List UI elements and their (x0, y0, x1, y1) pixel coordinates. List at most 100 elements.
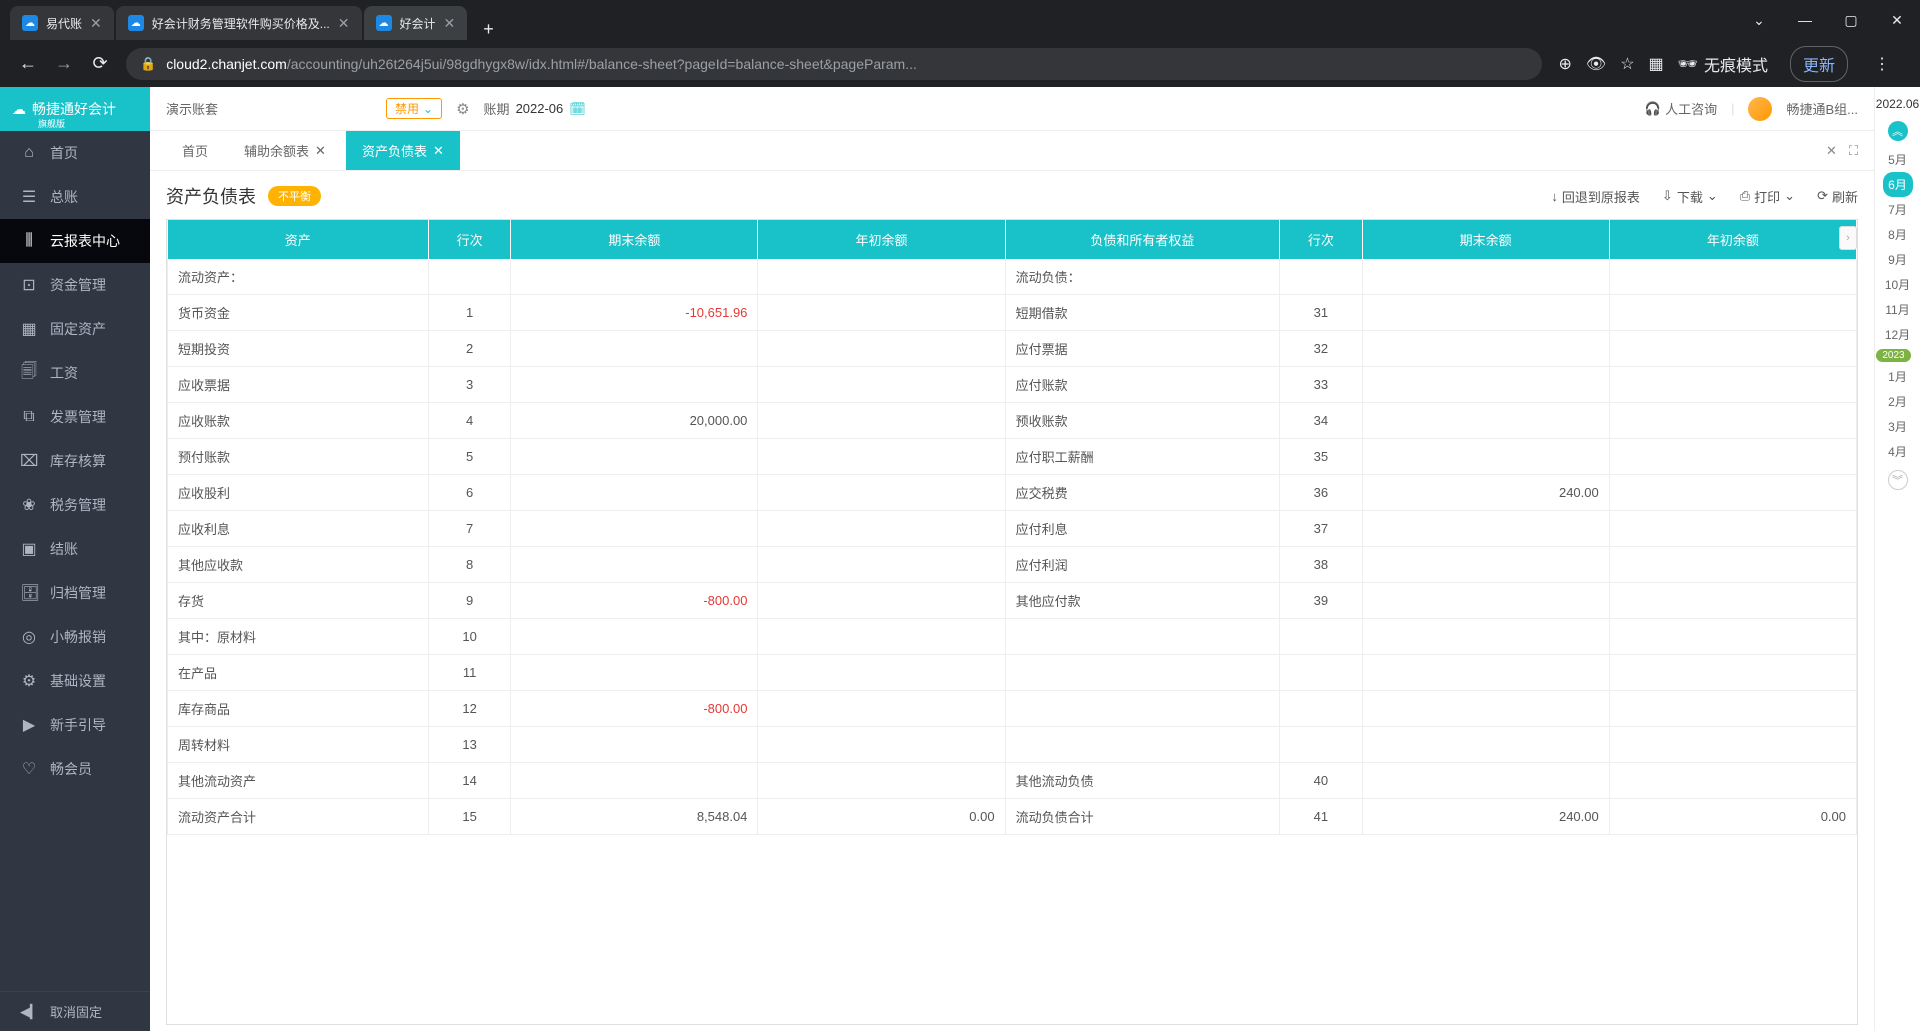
cell[interactable]: 11 (428, 655, 510, 691)
page-tab[interactable]: 首页 (166, 131, 224, 170)
cell[interactable] (758, 691, 1005, 727)
cell[interactable] (511, 655, 758, 691)
cell[interactable] (1280, 655, 1362, 691)
month-down-icon[interactable]: ︾ (1888, 470, 1908, 490)
cell[interactable] (1362, 547, 1609, 583)
account-name[interactable]: 演示账套 (166, 99, 218, 118)
cell[interactable]: 8,548.04 (511, 799, 758, 835)
cell[interactable] (1609, 439, 1856, 475)
cell[interactable]: 0.00 (758, 799, 1005, 835)
cell[interactable]: 5 (428, 439, 510, 475)
cell[interactable] (1280, 691, 1362, 727)
cell[interactable]: 其中：原材料 (168, 619, 429, 655)
cell[interactable]: 3 (428, 367, 510, 403)
month-item[interactable]: 6月 (1883, 172, 1913, 197)
cell[interactable]: 38 (1280, 547, 1362, 583)
cell[interactable]: 41 (1280, 799, 1362, 835)
cell[interactable]: 应付利息 (1005, 511, 1280, 547)
cell[interactable]: 9 (428, 583, 510, 619)
cell[interactable]: 0.00 (1609, 799, 1856, 835)
month-item[interactable]: 8月 (1883, 222, 1913, 247)
cell[interactable] (1362, 619, 1609, 655)
month-item[interactable]: 5月 (1883, 147, 1913, 172)
scroll-right-icon[interactable]: › (1839, 226, 1857, 250)
cell[interactable]: 预收账款 (1005, 403, 1280, 439)
page-tab[interactable]: 辅助余额表✕ (228, 131, 342, 170)
cell[interactable]: 34 (1280, 403, 1362, 439)
eye-off-icon[interactable]: 👁 (1586, 54, 1606, 74)
disable-badge[interactable]: 禁用 ⌄ (386, 98, 442, 119)
table-wrap[interactable]: 资产行次期末余额年初余额负债和所有者权益行次期末余额年初余额 流动资产：流动负债… (166, 219, 1858, 1025)
cell[interactable] (511, 331, 758, 367)
cell[interactable]: 货币资金 (168, 295, 429, 331)
cell[interactable]: 应付职工薪酬 (1005, 439, 1280, 475)
cell[interactable]: 8 (428, 547, 510, 583)
cell[interactable]: 其他应收款 (168, 547, 429, 583)
cell[interactable]: 应付利润 (1005, 547, 1280, 583)
sidebar-item[interactable]: ❀税务管理 (0, 483, 150, 527)
user-name[interactable]: 畅捷通B组... (1786, 99, 1858, 118)
cell[interactable]: 37 (1280, 511, 1362, 547)
cell[interactable] (1609, 619, 1856, 655)
browser-tab[interactable]: ☁好会计✕ (364, 6, 468, 40)
cell[interactable]: 流动资产合计 (168, 799, 429, 835)
cell[interactable]: 流动负债合计 (1005, 799, 1280, 835)
cell[interactable]: 应交税费 (1005, 475, 1280, 511)
logo[interactable]: ☁ 畅捷通好会计 旗舰版 (0, 87, 150, 131)
month-item[interactable]: 4月 (1888, 439, 1907, 464)
cell[interactable]: -10,651.96 (511, 295, 758, 331)
rollback-button[interactable]: ↓ 回退到原报表 (1551, 187, 1640, 206)
cell[interactable] (758, 583, 1005, 619)
cell[interactable]: 预付账款 (168, 439, 429, 475)
sidebar-item[interactable]: 🗄归档管理 (0, 571, 150, 615)
cell[interactable]: 流动资产： (168, 259, 429, 295)
star-icon[interactable]: ☆ (1620, 54, 1634, 74)
cell[interactable] (428, 259, 510, 295)
cell[interactable] (1609, 763, 1856, 799)
sidebar-item[interactable]: ⊡资金管理 (0, 263, 150, 307)
gear-icon[interactable]: ⚙ (456, 100, 469, 118)
sidebar-item[interactable]: ⧉发票管理 (0, 395, 150, 439)
print-button[interactable]: ⎙ 打印 ⌄ (1740, 187, 1795, 206)
cell[interactable] (1362, 439, 1609, 475)
cell[interactable] (511, 727, 758, 763)
sidebar-item[interactable]: ▦固定资产 (0, 307, 150, 351)
cell[interactable] (511, 367, 758, 403)
tab-close-icon[interactable]: ✕ (315, 143, 326, 159)
cell[interactable]: 4 (428, 403, 510, 439)
cell[interactable]: -800.00 (511, 691, 758, 727)
cell[interactable] (511, 259, 758, 295)
sidebar-item[interactable]: ☰总账 (0, 175, 150, 219)
cell[interactable] (758, 403, 1005, 439)
cell[interactable] (1609, 295, 1856, 331)
cell[interactable]: 应收账款 (168, 403, 429, 439)
cell[interactable] (511, 475, 758, 511)
cell[interactable] (1609, 547, 1856, 583)
cell[interactable]: 其他流动资产 (168, 763, 429, 799)
maximize-icon[interactable]: ▢ (1828, 0, 1874, 40)
cell[interactable] (511, 547, 758, 583)
cell[interactable] (758, 547, 1005, 583)
cell[interactable] (1362, 331, 1609, 367)
cell[interactable] (1280, 619, 1362, 655)
cell[interactable]: 在产品 (168, 655, 429, 691)
cell[interactable] (758, 619, 1005, 655)
cell[interactable] (1362, 691, 1609, 727)
cell[interactable] (758, 475, 1005, 511)
sidebar-item[interactable]: ⫼云报表中心 (0, 219, 150, 263)
cell[interactable]: 13 (428, 727, 510, 763)
cell[interactable] (1609, 727, 1856, 763)
extension-icon[interactable]: ▦ (1649, 54, 1664, 74)
cell[interactable] (1005, 727, 1280, 763)
avatar[interactable] (1748, 97, 1772, 121)
month-item[interactable]: 10月 (1883, 272, 1913, 297)
cell[interactable]: 应收利息 (168, 511, 429, 547)
cell[interactable] (1362, 763, 1609, 799)
cell[interactable] (1362, 367, 1609, 403)
cell[interactable] (1362, 295, 1609, 331)
back-button[interactable]: ← (10, 53, 46, 74)
cell[interactable] (1005, 619, 1280, 655)
month-up-icon[interactable]: ︽ (1888, 121, 1908, 141)
sidebar-unpin[interactable]: ◀▎ 取消固定 (0, 991, 150, 1031)
cell[interactable]: 12 (428, 691, 510, 727)
